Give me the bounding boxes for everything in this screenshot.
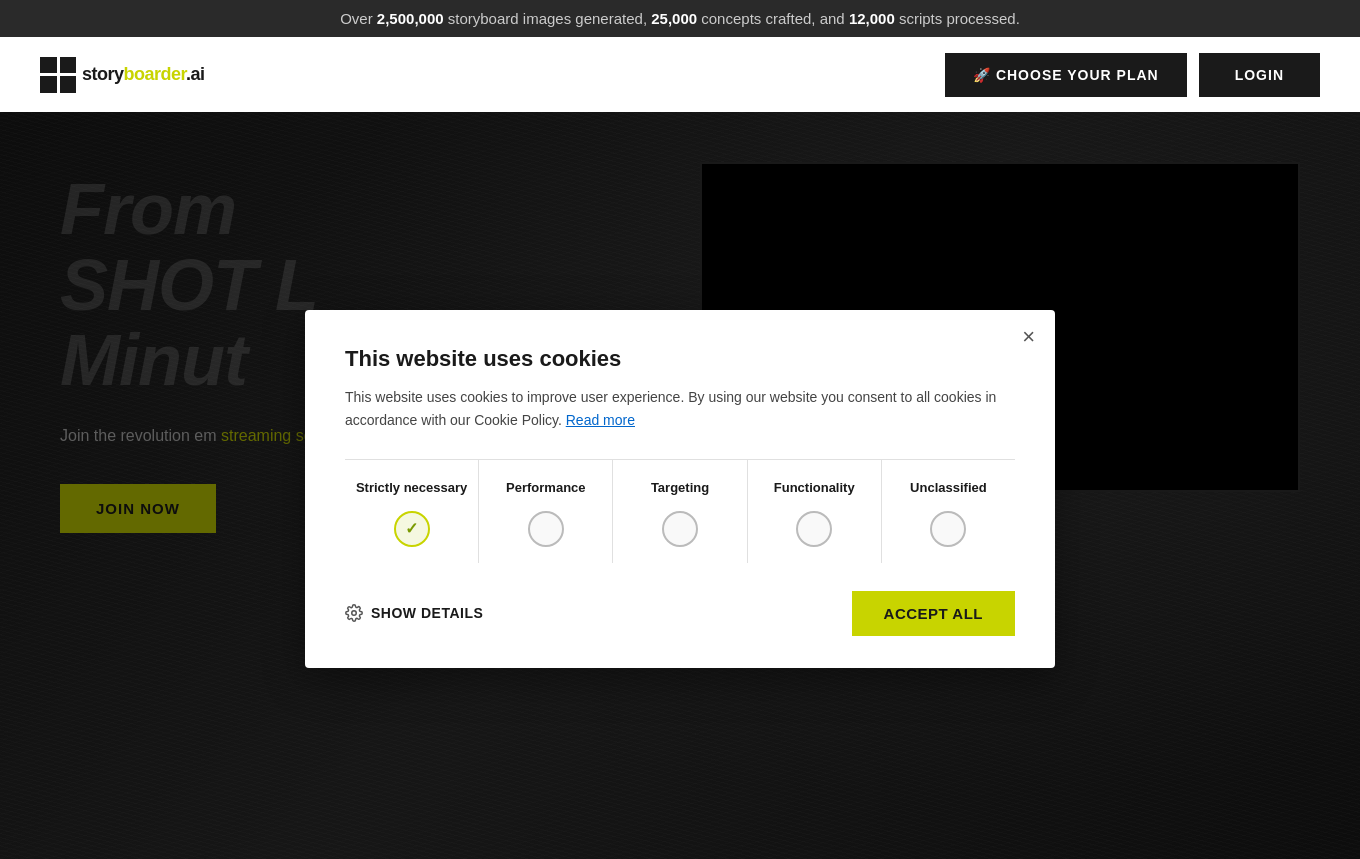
accept-all-button[interactable]: ACCEPT ALL [852,591,1015,636]
announcement-text: Over 2,500,000 storyboard images generat… [340,10,1020,27]
category-strictly-necessary-label: Strictly necessary [356,480,467,497]
category-strictly-necessary-checkbox[interactable] [394,511,430,547]
category-performance-label: Performance [506,480,585,497]
logo-cell-1 [40,57,57,74]
modal-description: This website uses cookies to improve use… [345,386,1015,431]
cookie-categories: Strictly necessary Performance Targeting… [345,459,1015,563]
logo-grid-icon [40,57,76,93]
read-more-link[interactable]: Read more [566,412,635,428]
logo-cell-4 [60,76,77,93]
category-unclassified-checkbox[interactable] [930,511,966,547]
category-targeting: Targeting [613,460,747,563]
modal-close-button[interactable]: × [1022,326,1035,348]
stat-storyboards: 2,500,000 [377,10,444,27]
svg-point-0 [352,611,357,616]
category-functionality-checkbox[interactable] [796,511,832,547]
login-button[interactable]: LOGIN [1199,53,1320,97]
logo: storyboarder.ai [40,57,205,93]
show-details-button[interactable]: SHOW DETAILS [345,604,483,622]
modal-overlay: × This website uses cookies This website… [0,112,1360,859]
category-targeting-checkbox[interactable] [662,511,698,547]
category-unclassified: Unclassified [882,460,1015,563]
category-targeting-label: Targeting [651,480,709,497]
category-strictly-necessary: Strictly necessary [345,460,479,563]
modal-footer: SHOW DETAILS ACCEPT ALL [345,591,1015,636]
logo-text: storyboarder.ai [82,64,205,85]
modal-title: This website uses cookies [345,346,1015,372]
show-details-label: SHOW DETAILS [371,605,483,621]
category-functionality-label: Functionality [774,480,855,497]
hero-section: From SHOT L Minut Join the revolution em… [0,112,1360,859]
announcement-bar: Over 2,500,000 storyboard images generat… [0,0,1360,37]
navbar: storyboarder.ai 🚀 CHOOSE YOUR PLAN LOGIN [0,37,1360,112]
category-unclassified-label: Unclassified [910,480,987,497]
logo-cell-3 [40,76,57,93]
gear-icon [345,604,363,622]
logo-cell-2 [60,57,77,74]
stat-concepts: 25,000 [651,10,697,27]
choose-plan-button[interactable]: 🚀 CHOOSE YOUR PLAN [945,53,1187,97]
category-performance: Performance [479,460,613,563]
stat-scripts: 12,000 [849,10,895,27]
category-functionality: Functionality [748,460,882,563]
category-performance-checkbox[interactable] [528,511,564,547]
cookie-modal: × This website uses cookies This website… [305,310,1055,668]
nav-buttons: 🚀 CHOOSE YOUR PLAN LOGIN [945,53,1320,97]
